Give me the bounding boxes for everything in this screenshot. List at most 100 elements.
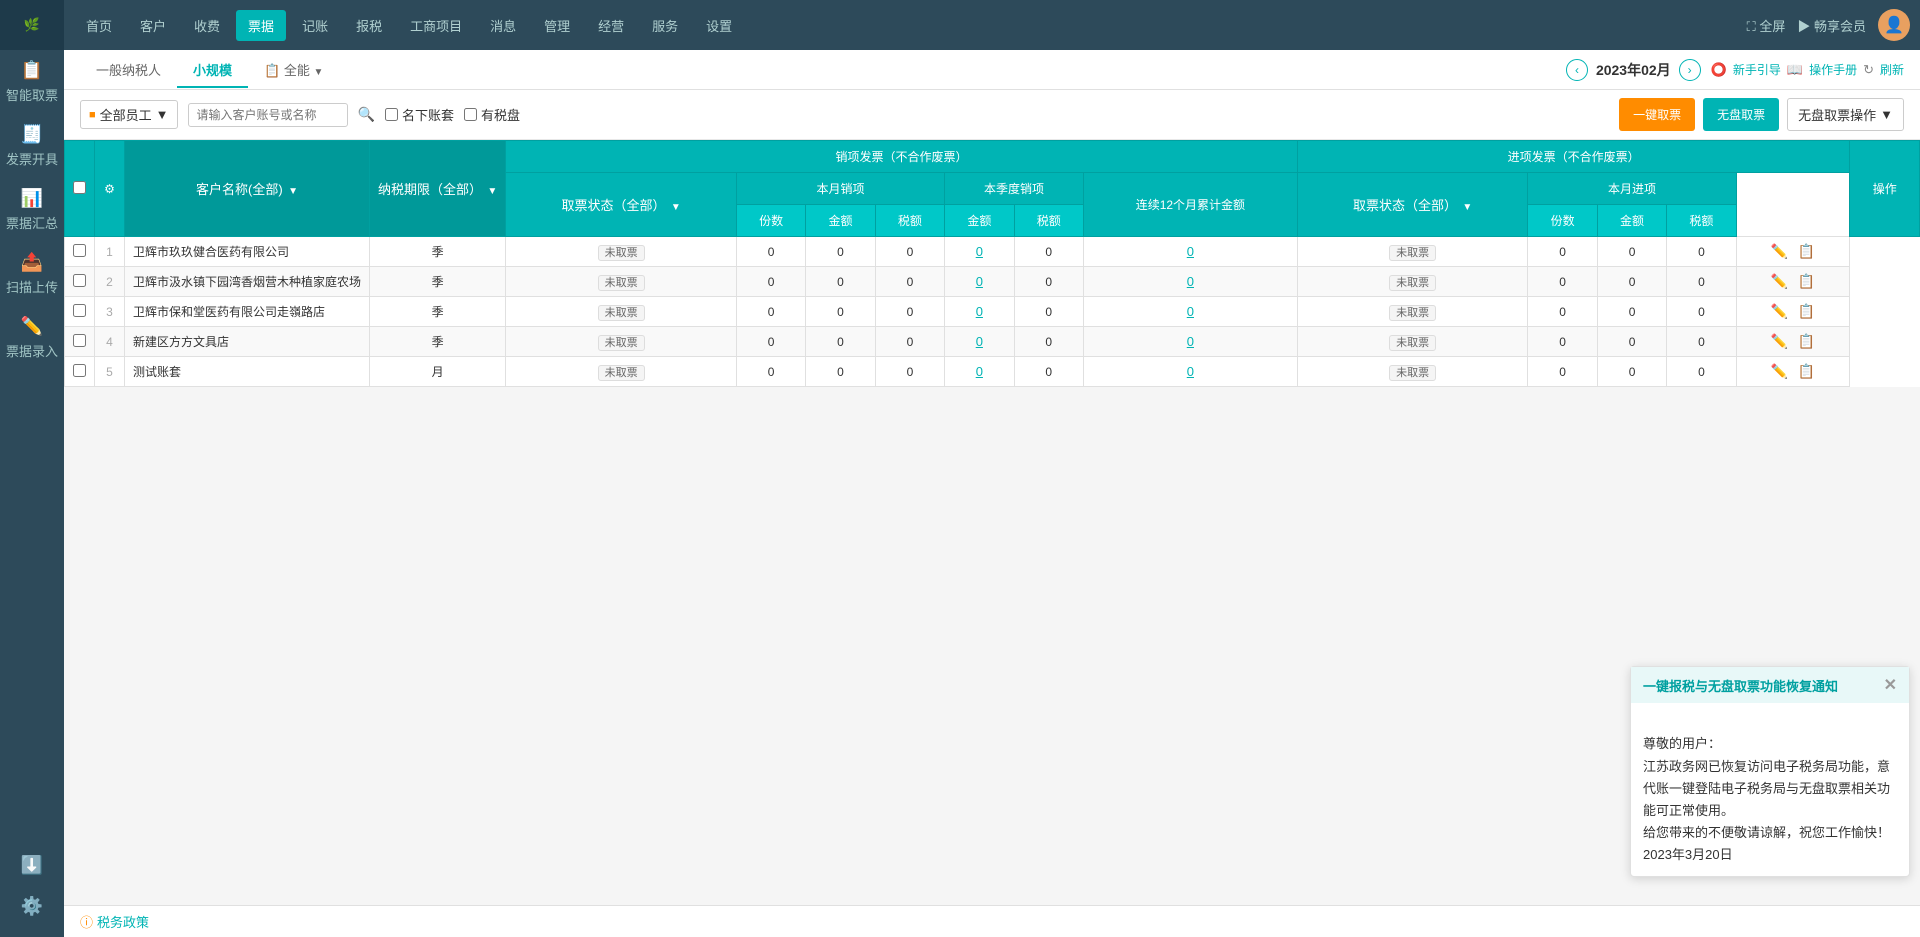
- customer-filter-icon[interactable]: ▼: [288, 186, 298, 197]
- bottom-bar: ⓘ 税务政策: [64, 905, 1920, 937]
- checkbox-my-accounts[interactable]: 名下账套: [385, 105, 454, 124]
- row-purchase-m-amount-4: 0: [1597, 357, 1666, 387]
- sidebar-item-label: 票据录入: [6, 341, 58, 360]
- row-sales-q-tax-4: 0: [1014, 357, 1083, 387]
- period-prev-btn[interactable]: ‹: [1566, 59, 1588, 81]
- notification-close-button[interactable]: ✕: [1884, 675, 1897, 695]
- sidebar-item-invoice[interactable]: 🧾 发票开具: [0, 114, 64, 178]
- row-actions-2: ✏️ 📋: [1736, 297, 1850, 327]
- row-sales-cancel-3: 未取票: [506, 327, 737, 357]
- row-name-4: 测试账套: [125, 357, 370, 387]
- nav-billing[interactable]: 收费: [182, 10, 232, 41]
- nav-message[interactable]: 消息: [478, 10, 528, 41]
- sidebar: 🌿 📋 智能取票 🧾 发票开具 📊 票据汇总 📤 扫描上传 ✏️ 票据录入 ⬇️…: [0, 0, 64, 937]
- tax-period-filter-icon[interactable]: ▼: [487, 186, 497, 197]
- select-all-checkbox[interactable]: [73, 181, 86, 194]
- one-click-ticket-button[interactable]: 一键取票: [1619, 98, 1695, 131]
- nav-accounting[interactable]: 记账: [290, 10, 340, 41]
- tab-all[interactable]: 📋 全能 ▼: [248, 52, 339, 87]
- sidebar-item-label: 发票开具: [6, 149, 58, 168]
- period-display: 2023年02月: [1596, 60, 1671, 80]
- employee-select[interactable]: ■ 全部员工 ▼: [80, 100, 178, 129]
- row-select-0[interactable]: [65, 237, 95, 267]
- sidebar-item-download[interactable]: ⬇️: [0, 845, 64, 886]
- fullscreen-btn[interactable]: ⛶ 全屏: [1747, 16, 1786, 35]
- row-select-4[interactable]: [65, 357, 95, 387]
- refresh-link[interactable]: 刷新: [1880, 61, 1904, 78]
- row-name-1: 卫辉市汲水镇下园湾香烟营木种植家庭农场: [125, 267, 370, 297]
- th-sales-m-count: 份数: [736, 205, 805, 237]
- edit-icon-1[interactable]: ✏️: [1771, 273, 1788, 289]
- table-row: 4 新建区方方文具店 季 未取票 0 0 0 0 0 0 未取票 0 0 0 ✏…: [65, 327, 1920, 357]
- row-sales-q-amount-3: 0: [945, 327, 1014, 357]
- table-row: 2 卫辉市汲水镇下园湾香烟营木种植家庭农场 季 未取票 0 0 0 0 0 0 …: [65, 267, 1920, 297]
- sidebar-item-summary[interactable]: 📊 票据汇总: [0, 178, 64, 242]
- row-select-1[interactable]: [65, 267, 95, 297]
- no-disk-ticket-button[interactable]: 无盘取票: [1703, 98, 1779, 131]
- new-guide-link[interactable]: 新手引导: [1733, 61, 1781, 78]
- tab-general-taxpayer[interactable]: 一般纳税人: [80, 52, 177, 87]
- nav-settings[interactable]: 设置: [694, 10, 744, 41]
- nav-home[interactable]: 首页: [74, 10, 124, 41]
- row-num-2: 3: [95, 297, 125, 327]
- member-btn[interactable]: ▶ 畅享会员: [1797, 16, 1866, 35]
- view-icon-4[interactable]: 📋: [1798, 363, 1815, 379]
- row-checkbox-1[interactable]: [73, 274, 86, 287]
- row-sales-m-count-0: 0: [736, 237, 805, 267]
- checkbox-has-disk[interactable]: 有税盘: [464, 105, 520, 124]
- row-checkbox-2[interactable]: [73, 304, 86, 317]
- row-sales-cancel-1: 未取票: [506, 267, 737, 297]
- sidebar-item-settings[interactable]: ⚙️: [0, 886, 64, 927]
- row-name-3: 新建区方方文具店: [125, 327, 370, 357]
- user-avatar[interactable]: 👤: [1878, 9, 1910, 41]
- sidebar-item-entry[interactable]: ✏️ 票据录入: [0, 306, 64, 370]
- topnav-right: ⛶ 全屏 ▶ 畅享会员 👤: [1747, 9, 1910, 41]
- row-select-2[interactable]: [65, 297, 95, 327]
- nav-business[interactable]: 工商项目: [398, 10, 474, 41]
- purchase-cancel-filter-icon[interactable]: ▼: [1462, 202, 1472, 213]
- view-icon-3[interactable]: 📋: [1798, 333, 1815, 349]
- nav-tax[interactable]: 报税: [344, 10, 394, 41]
- nav-ticket[interactable]: 票据: [236, 10, 286, 41]
- nav-operation[interactable]: 经营: [586, 10, 636, 41]
- search-button[interactable]: 🔍: [358, 106, 375, 123]
- tax-policy-link[interactable]: 税务政策: [97, 912, 149, 931]
- view-icon-0[interactable]: 📋: [1798, 243, 1815, 259]
- invoice-icon: 🧾: [21, 124, 43, 145]
- edit-icon-2[interactable]: ✏️: [1771, 303, 1788, 319]
- nav-customer[interactable]: 客户: [128, 10, 178, 41]
- no-disk-ops-button[interactable]: 无盘取票操作 ▼: [1787, 98, 1904, 131]
- nav-management[interactable]: 管理: [532, 10, 582, 41]
- row-annual-0: 0: [1083, 237, 1297, 267]
- search-input[interactable]: [188, 103, 348, 127]
- nav-service[interactable]: 服务: [640, 10, 690, 41]
- row-annual-1: 0: [1083, 267, 1297, 297]
- view-icon-1[interactable]: 📋: [1798, 273, 1815, 289]
- th-sales-section: 销项发票（不合作废票）: [506, 141, 1298, 173]
- period-next-btn[interactable]: ›: [1679, 59, 1701, 81]
- row-checkbox-3[interactable]: [73, 334, 86, 347]
- row-checkbox-0[interactable]: [73, 244, 86, 257]
- sidebar-item-scan[interactable]: 📤 扫描上传: [0, 242, 64, 306]
- row-select-3[interactable]: [65, 327, 95, 357]
- all-tab-icon: 📋: [264, 63, 280, 78]
- th-purchase-m-amount: 金额: [1597, 205, 1666, 237]
- edit-icon-0[interactable]: ✏️: [1771, 243, 1788, 259]
- row-num-0: 1: [95, 237, 125, 267]
- manual-link[interactable]: 操作手册: [1809, 61, 1857, 78]
- edit-icon-4[interactable]: ✏️: [1771, 363, 1788, 379]
- my-accounts-checkbox[interactable]: [385, 108, 398, 121]
- row-purchase-cancel-3: 未取票: [1297, 327, 1528, 357]
- th-select: [65, 141, 95, 237]
- sales-cancel-filter-icon[interactable]: ▼: [671, 202, 681, 213]
- edit-icon-3[interactable]: ✏️: [1771, 333, 1788, 349]
- row-checkbox-4[interactable]: [73, 364, 86, 377]
- chevron-down-icon: ▼: [313, 67, 323, 78]
- tab-small-scale[interactable]: 小规模: [177, 52, 248, 87]
- view-icon-2[interactable]: 📋: [1798, 303, 1815, 319]
- sidebar-item-smart-ticket[interactable]: 📋 智能取票: [0, 50, 64, 114]
- has-disk-checkbox[interactable]: [464, 108, 477, 121]
- row-sales-q-amount-1: 0: [945, 267, 1014, 297]
- row-actions-4: ✏️ 📋: [1736, 357, 1850, 387]
- th-purchase-m-tax: 税额: [1667, 205, 1736, 237]
